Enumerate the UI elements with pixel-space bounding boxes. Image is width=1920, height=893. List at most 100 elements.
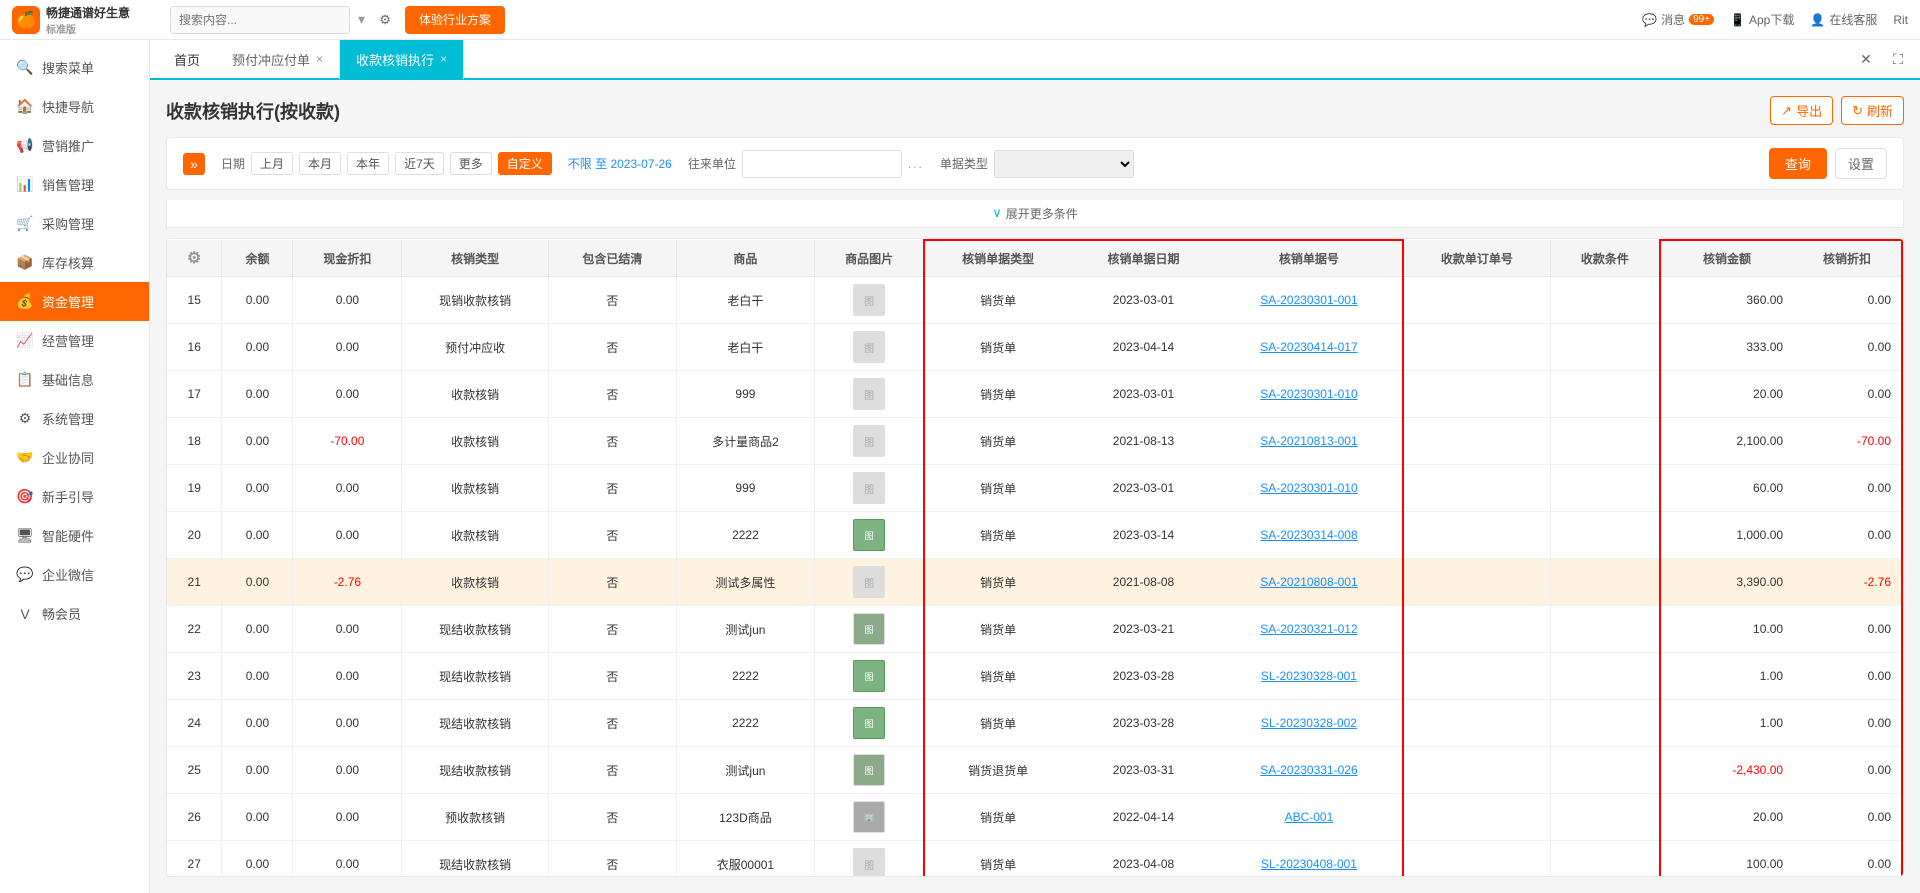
cell-verify-discount: 0.00 [1793,653,1902,700]
refresh-btn[interactable]: ↻ 刷新 [1841,96,1904,125]
filter-expand-btn[interactable]: » [183,153,205,175]
table-row: 180.00-70.00收款核销否多计量商品2图销货单2021-08-13SA-… [167,418,1902,465]
cell-receipt-order-no [1403,277,1550,324]
cell-index: 26 [167,794,222,841]
cell-index: 25 [167,747,222,794]
date-label: 日期 [221,155,245,172]
cell-verify-amount: 100.00 [1660,841,1793,878]
filter-settings-btn[interactable]: 设置 [1835,148,1887,179]
cell-verify-doc-no[interactable]: SA-20230301-001 [1216,277,1403,324]
cell-include-settled: 否 [549,371,677,418]
cell-cash-discount: 0.00 [293,465,402,512]
settings-icon[interactable]: ⚙ [373,8,397,32]
cell-verify-doc-type: 销货单 [924,606,1071,653]
gear-icon: ⚙ [16,410,34,428]
product-image: 图 [853,519,885,551]
sidebar-item-basic-info[interactable]: 📋 基础信息 [0,360,149,399]
partner-input[interactable] [742,150,902,178]
tab-prepay-label: 预付冲应付单 [232,50,310,69]
cell-include-settled: 否 [549,418,677,465]
tab-close-btn[interactable]: ✕ [1852,45,1880,73]
cell-verify-type: 现结收款核销 [402,841,549,878]
cell-verify-doc-date: 2023-03-01 [1071,465,1216,512]
col-settings[interactable]: ⚙ [167,240,222,277]
date-btn-this-year[interactable]: 本年 [347,152,389,175]
sidebar-item-sales[interactable]: 📊 销售管理 [0,165,149,204]
sidebar-item-guide[interactable]: 🎯 新手引导 [0,477,149,516]
clipboard-icon: 📋 [16,371,34,389]
product-image: 图 [853,613,885,645]
sidebar-item-purchase[interactable]: 🛒 采购管理 [0,204,149,243]
sidebar-item-label: 库存核算 [42,253,94,272]
cell-verify-doc-no[interactable]: SA-20230414-017 [1216,324,1403,371]
cell-verify-doc-no[interactable]: SA-20230331-026 [1216,747,1403,794]
table-row: 230.000.00现结收款核销否2222图销货单2023-03-28SL-20… [167,653,1902,700]
date-btn-more[interactable]: 更多 [450,152,492,175]
tab-prepay[interactable]: 预付冲应付单 × [216,40,340,79]
sidebar-item-operations[interactable]: 📈 经营管理 [0,321,149,360]
sidebar-item-quick-nav[interactable]: 🏠 快捷导航 [0,87,149,126]
tab-expand-btn[interactable]: ⛶ [1884,45,1912,73]
expand-more-label: 展开更多条件 [1006,205,1078,222]
cell-verify-type: 预付冲应收 [402,324,549,371]
notifications-label: 消息 [1661,11,1685,28]
table-row: 210.00-2.76收款核销否测试多属性图销货单2021-08-08SA-20… [167,559,1902,606]
sidebar-item-wechat[interactable]: 💬 企业微信 [0,555,149,594]
partner-dots[interactable]: ... [908,157,924,171]
sidebar-item-marketing[interactable]: 📢 营销推广 [0,126,149,165]
user-btn[interactable]: Rit [1893,13,1908,27]
expand-more-bar[interactable]: ∨ 展开更多条件 [166,200,1904,228]
search-dropdown-icon[interactable]: ▾ [358,11,365,28]
cell-product-image: 图 [815,700,925,747]
sidebar-item-inventory[interactable]: 📦 库存核算 [0,243,149,282]
cell-verify-type: 收款核销 [402,371,549,418]
sidebar-item-capital[interactable]: 💰 资金管理 [0,282,149,321]
app-download-btn[interactable]: 📱 App下载 [1730,11,1794,28]
notifications-btn[interactable]: 💬 消息 99+ [1642,11,1714,28]
cell-verify-doc-no[interactable]: SL-20230408-001 [1216,841,1403,878]
cell-verify-amount: 1.00 [1660,700,1793,747]
date-btn-this-month[interactable]: 本月 [299,152,341,175]
cell-verify-doc-no[interactable]: SA-20210813-001 [1216,418,1403,465]
date-btn-last-month[interactable]: 上月 [251,152,293,175]
sidebar-item-system[interactable]: ⚙ 系统管理 [0,399,149,438]
product-image: 图 [853,848,885,877]
table-row: 190.000.00收款核销否999图销货单2023-03-01SA-20230… [167,465,1902,512]
date-btn-custom[interactable]: 自定义 [498,152,552,175]
export-btn[interactable]: ↗ 导出 [1770,96,1833,125]
cell-verify-doc-no[interactable]: SA-20230301-010 [1216,371,1403,418]
tab-prepay-close[interactable]: × [316,52,323,66]
cell-verify-type: 收款核销 [402,465,549,512]
cell-product-image: 图 [815,465,925,512]
cell-verify-doc-no[interactable]: SL-20230328-002 [1216,700,1403,747]
cell-product: 测试jun [676,747,814,794]
voucher-type-select[interactable]: 销货单 销货退货单 [994,150,1134,178]
cell-verify-doc-type: 销货单 [924,794,1071,841]
cell-verify-doc-no[interactable]: SA-20210808-001 [1216,559,1403,606]
cell-verify-doc-no[interactable]: ABC-001 [1216,794,1403,841]
tab-receipt[interactable]: 收款核销执行 × [340,40,464,79]
cell-verify-doc-no[interactable]: SA-20230314-008 [1216,512,1403,559]
industry-btn[interactable]: 体验行业方案 [405,6,505,34]
cell-receipt-order-no [1403,559,1550,606]
tab-receipt-close[interactable]: × [440,52,447,66]
cell-verify-doc-no[interactable]: SA-20230321-012 [1216,606,1403,653]
search-input[interactable] [170,6,350,34]
sidebar-item-smart-hw[interactable]: 🖥 智能硬件 [0,516,149,555]
cell-verify-doc-no[interactable]: SL-20230328-001 [1216,653,1403,700]
online-service-btn[interactable]: 👤 在线客服 [1810,11,1877,28]
table-container: ⚙ 余额 现金折扣 核销类型 包含已结清 商品 商品图片 核销单据类型 核销单据… [166,238,1904,877]
megaphone-icon: 📢 [16,137,34,155]
sidebar-item-collab[interactable]: 🤝 企业协同 [0,438,149,477]
product-image: 图 [853,331,885,363]
sidebar-item-member[interactable]: V 畅会员 [0,594,149,633]
query-btn[interactable]: 查询 [1769,148,1827,179]
date-btn-7days[interactable]: 近7天 [395,152,444,175]
cell-verify-doc-no[interactable]: SA-20230301-010 [1216,465,1403,512]
sidebar-item-search[interactable]: 🔍 搜索菜单 [0,48,149,87]
cell-receipt-condition [1550,559,1660,606]
cell-verify-discount: 0.00 [1793,324,1902,371]
cell-verify-doc-type: 销货单 [924,371,1071,418]
tab-home[interactable]: 首页 [158,50,216,69]
chat-icon: 💬 [16,566,34,584]
